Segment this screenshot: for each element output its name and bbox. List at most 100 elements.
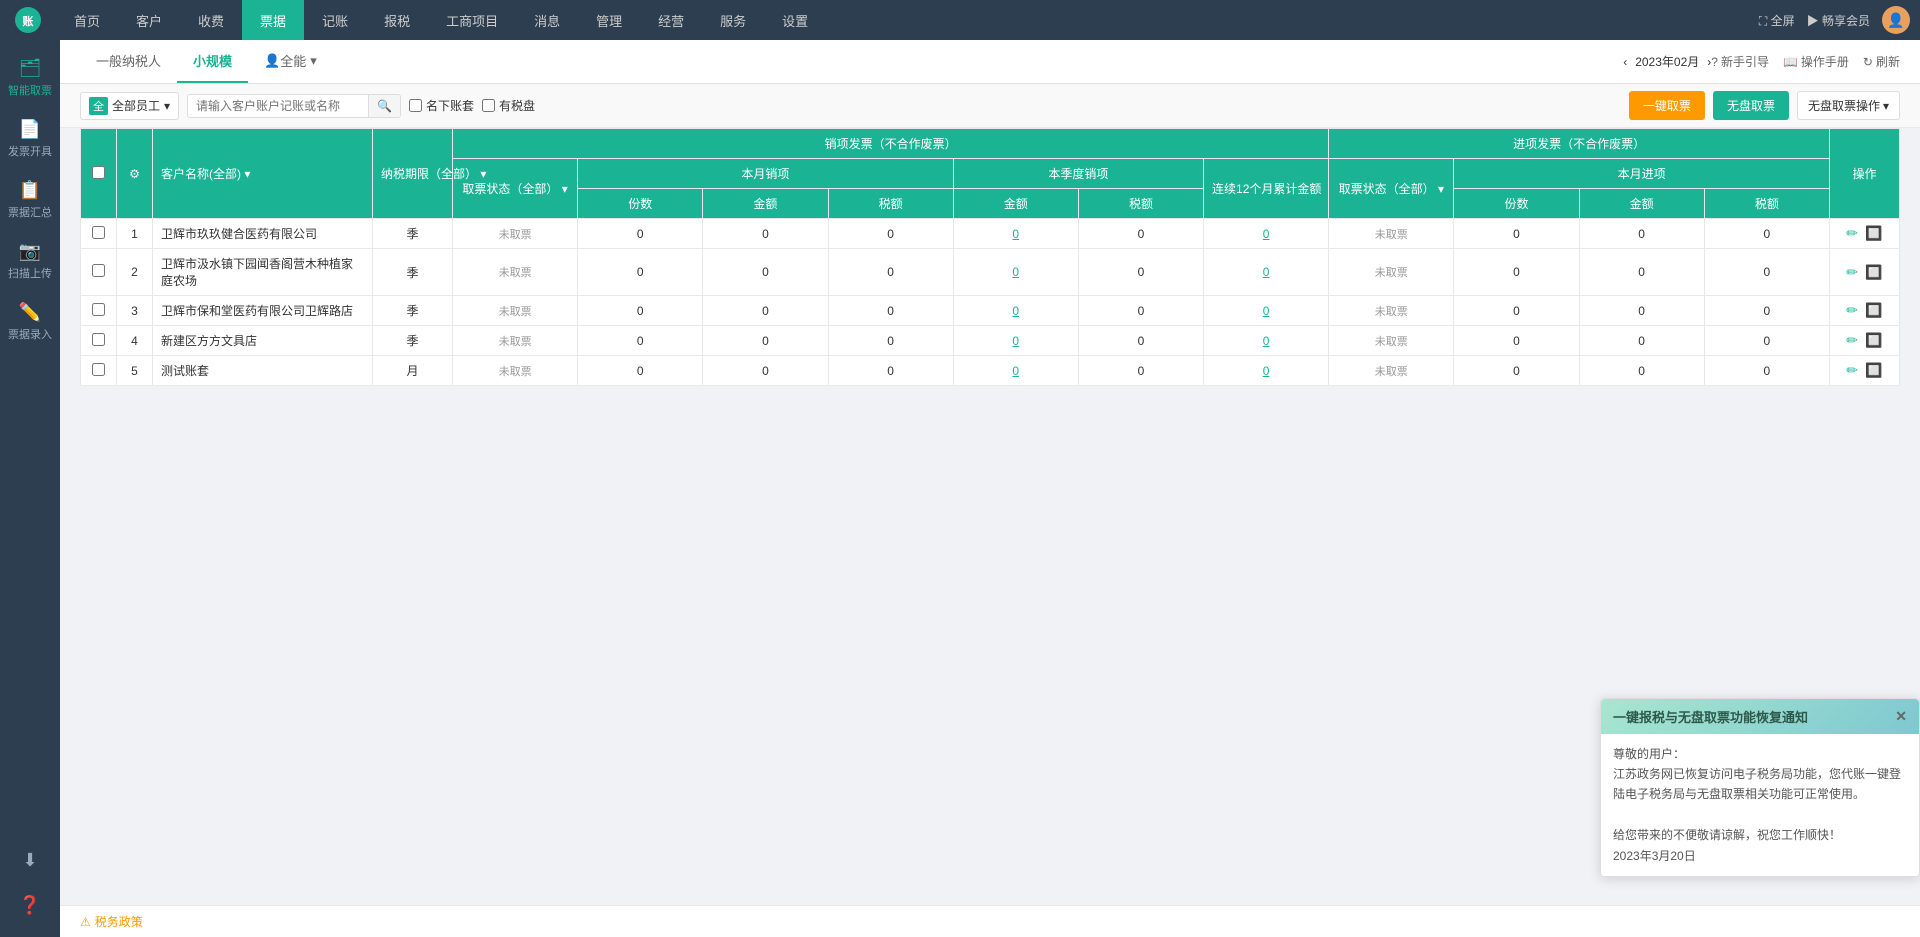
sidebar-item-scan[interactable]: 📷 扫描上传 bbox=[3, 233, 57, 289]
edit-icon-4[interactable]: ✏ bbox=[1846, 362, 1858, 378]
sidebar-item-smart-ticket-label: 智能取票 bbox=[8, 82, 52, 98]
nav-settings[interactable]: 设置 bbox=[764, 0, 826, 40]
help-icon: ❓ bbox=[19, 895, 41, 916]
detail-icon-0[interactable]: 🔲 bbox=[1865, 225, 1882, 241]
tab-small-scale[interactable]: 小规模 bbox=[177, 41, 248, 83]
row-checkbox[interactable] bbox=[81, 219, 117, 249]
row-ops: ✏ 🔲 bbox=[1830, 296, 1900, 326]
tax-disk-checkbox-label[interactable]: 有税盘 bbox=[482, 97, 535, 114]
row-period: 季 bbox=[373, 249, 453, 296]
row-num: 5 bbox=[117, 356, 153, 386]
nav-ticket[interactable]: 票据 bbox=[242, 0, 304, 40]
row-select-4[interactable] bbox=[92, 363, 105, 376]
new-guide-btn[interactable]: ? 新手引导 bbox=[1711, 53, 1769, 70]
row-select-0[interactable] bbox=[92, 226, 105, 239]
nav-fee[interactable]: 收费 bbox=[180, 0, 242, 40]
tax-policy-link[interactable]: 税务政策 bbox=[95, 913, 143, 930]
row-sales-m-amount: 0 bbox=[703, 219, 828, 249]
search-input[interactable] bbox=[188, 95, 368, 117]
nav-operation[interactable]: 经营 bbox=[640, 0, 702, 40]
sidebar-item-smart-ticket[interactable]: 🗂 智能取票 bbox=[3, 50, 57, 106]
smart-ticket-icon: 🗂 bbox=[19, 58, 42, 79]
row-purchase-status: 未取票 bbox=[1329, 326, 1454, 356]
th-sales-group: 销项发票（不合作废票） bbox=[453, 129, 1329, 159]
refresh-btn[interactable]: ↻ 刷新 bbox=[1863, 53, 1900, 70]
account-checkbox[interactable] bbox=[409, 99, 422, 112]
row-sales-12m: 0 bbox=[1204, 356, 1329, 386]
row-sales-12m: 0 bbox=[1204, 219, 1329, 249]
tab-general-taxpayer[interactable]: 一般纳税人 bbox=[80, 41, 177, 83]
manual-btn[interactable]: 📖 操作手册 bbox=[1783, 53, 1849, 70]
nav-admin[interactable]: 管理 bbox=[578, 0, 640, 40]
settings-icon[interactable]: ⚙ bbox=[129, 167, 140, 181]
th-settings: ⚙ bbox=[117, 129, 153, 219]
row-sales-m-tax: 0 bbox=[828, 356, 953, 386]
th-sales-month: 本月销项 bbox=[578, 159, 954, 189]
no-disk-ticket-btn[interactable]: 无盘取票 bbox=[1713, 91, 1789, 120]
table-row: 3 卫辉市保和堂医药有限公司卫辉路店 季 未取票 0 0 0 0 0 0 未取票… bbox=[81, 296, 1900, 326]
detail-icon-3[interactable]: 🔲 bbox=[1865, 332, 1882, 348]
row-ops: ✏ 🔲 bbox=[1830, 219, 1900, 249]
notification-text: 尊敬的用户： 江苏政务网已恢复访问电子税务局功能，您代账一键登陆电子税务局与无盘… bbox=[1613, 744, 1907, 866]
table-row: 1 卫辉市玖玖健合医药有限公司 季 未取票 0 0 0 0 0 0 未取票 0 … bbox=[81, 219, 1900, 249]
row-checkbox[interactable] bbox=[81, 249, 117, 296]
nav-home[interactable]: 首页 bbox=[56, 0, 118, 40]
table-row: 5 测试账套 月 未取票 0 0 0 0 0 0 未取票 0 0 0 ✏ 🔲 bbox=[81, 356, 1900, 386]
nav-service[interactable]: 服务 bbox=[702, 0, 764, 40]
one-key-ticket-btn[interactable]: 一键取票 bbox=[1629, 91, 1705, 120]
sidebar-item-download[interactable]: ⬇ bbox=[3, 842, 57, 882]
select-all-checkbox[interactable] bbox=[92, 166, 105, 179]
row-sales-m-tax: 0 bbox=[828, 219, 953, 249]
member-btn[interactable]: ▶ 畅享会员 bbox=[1807, 12, 1870, 29]
detail-icon-4[interactable]: 🔲 bbox=[1865, 362, 1882, 378]
page-header: 一般纳税人 小规模 👤 全能 ▾ ‹ 2023年02月 › ? 新手引导 📖 操… bbox=[60, 40, 1920, 84]
nav-customer[interactable]: 客户 bbox=[118, 0, 180, 40]
th-purchase-m-tax: 税额 bbox=[1704, 189, 1829, 219]
detail-icon-1[interactable]: 🔲 bbox=[1865, 264, 1882, 280]
th-sales-m-tax: 税额 bbox=[828, 189, 953, 219]
sidebar-item-entry[interactable]: ✏️ 票据录入 bbox=[3, 294, 57, 350]
row-period: 季 bbox=[373, 219, 453, 249]
row-select-1[interactable] bbox=[92, 264, 105, 277]
nav-business[interactable]: 工商项目 bbox=[428, 0, 516, 40]
sidebar-item-invoice[interactable]: 📄 发票开具 bbox=[3, 111, 57, 167]
th-purchase-group: 进项发票（不合作废票） bbox=[1329, 129, 1830, 159]
sidebar-item-help[interactable]: ❓ bbox=[3, 887, 57, 927]
table-body: 1 卫辉市玖玖健合医药有限公司 季 未取票 0 0 0 0 0 0 未取票 0 … bbox=[81, 219, 1900, 386]
edit-icon-2[interactable]: ✏ bbox=[1846, 302, 1858, 318]
account-checkbox-text: 名下账套 bbox=[426, 97, 474, 114]
tax-disk-checkbox[interactable] bbox=[482, 99, 495, 112]
nav-bookkeeping[interactable]: 记账 bbox=[304, 0, 366, 40]
edit-icon-3[interactable]: ✏ bbox=[1846, 332, 1858, 348]
row-ops: ✏ 🔲 bbox=[1830, 326, 1900, 356]
row-select-3[interactable] bbox=[92, 333, 105, 346]
account-checkbox-label[interactable]: 名下账套 bbox=[409, 97, 474, 114]
row-sales-12m: 0 bbox=[1204, 296, 1329, 326]
no-disk-ops-btn[interactable]: 无盘取票操作 ▾ bbox=[1797, 91, 1900, 120]
dropdown-icon: ▾ bbox=[1883, 99, 1889, 113]
row-sales-m-tax: 0 bbox=[828, 326, 953, 356]
top-navigation: 账 首页 客户 收费 票据 记账 报税 工商项目 消息 管理 经营 服务 设置 … bbox=[0, 0, 1920, 40]
period-prev-btn[interactable]: ‹ bbox=[1623, 55, 1627, 69]
edit-icon-1[interactable]: ✏ bbox=[1846, 264, 1858, 280]
notification-header: 一键报税与无盘取票功能恢复通知 ✕ bbox=[1601, 699, 1919, 734]
row-checkbox[interactable] bbox=[81, 356, 117, 386]
edit-icon-0[interactable]: ✏ bbox=[1846, 225, 1858, 241]
notification-close-btn[interactable]: ✕ bbox=[1895, 708, 1907, 725]
detail-icon-2[interactable]: 🔲 bbox=[1865, 302, 1882, 318]
row-checkbox[interactable] bbox=[81, 296, 117, 326]
row-num: 4 bbox=[117, 326, 153, 356]
nav-tax[interactable]: 报税 bbox=[366, 0, 428, 40]
period-display: 2023年02月 bbox=[1635, 53, 1699, 70]
tab-all-ability[interactable]: 👤 全能 ▾ bbox=[248, 41, 333, 83]
row-purchase-m-amount: 0 bbox=[1579, 356, 1704, 386]
sidebar-bottom: ⬇ ❓ bbox=[3, 842, 57, 937]
sidebar-item-summary[interactable]: 📋 票据汇总 bbox=[3, 172, 57, 228]
row-select-2[interactable] bbox=[92, 303, 105, 316]
fullscreen-btn[interactable]: ⛶ 全屏 bbox=[1759, 12, 1795, 29]
employee-filter[interactable]: 全 全部员工 ▾ bbox=[80, 92, 179, 120]
nav-message[interactable]: 消息 bbox=[516, 0, 578, 40]
user-avatar[interactable]: 👤 bbox=[1882, 6, 1910, 34]
row-checkbox[interactable] bbox=[81, 326, 117, 356]
search-button[interactable]: 🔍 bbox=[368, 95, 400, 117]
